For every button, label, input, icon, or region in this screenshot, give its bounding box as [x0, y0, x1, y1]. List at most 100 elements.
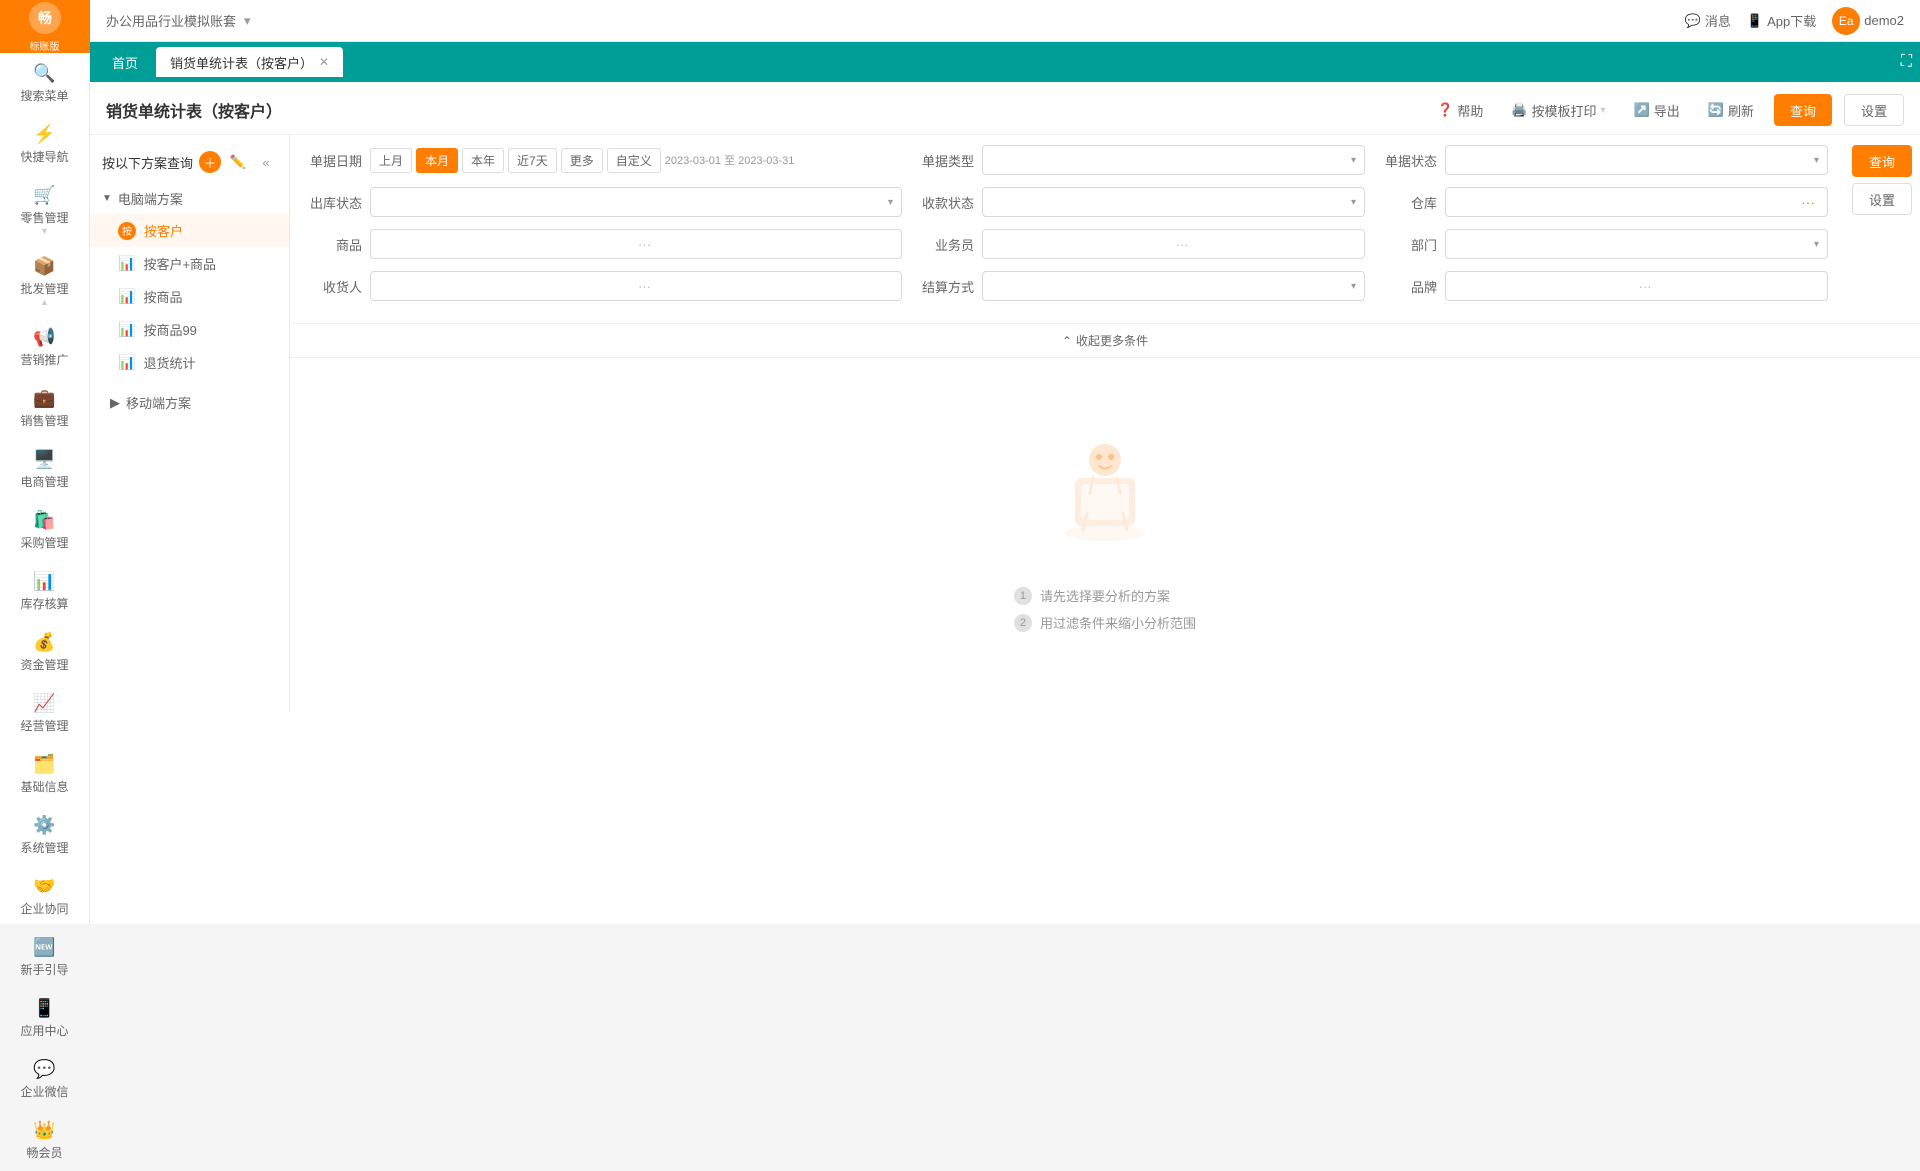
edit-scheme-btn[interactable]: ✏️	[227, 151, 249, 173]
scheme-item-by-goods[interactable]: 📊 按商品	[90, 280, 289, 313]
scheme-item-return-stats[interactable]: 📊 退货统计	[90, 346, 289, 379]
chart-icon-2: 📊	[118, 288, 135, 305]
settings-btn[interactable]: 设置	[1844, 94, 1904, 126]
payment-status-select[interactable]: ▾	[982, 187, 1365, 217]
main-settings-btn[interactable]: 设置	[1852, 183, 1912, 215]
sidebar-item-sales-label: 销售管理	[20, 412, 68, 429]
export-btn[interactable]: ↗️ 导出	[1626, 97, 1688, 124]
quick-nav-icon: ⚡	[33, 124, 55, 145]
warehouse-select[interactable]: ···	[1445, 187, 1828, 217]
collapse-bar[interactable]: ⌃ 收起更多条件	[290, 323, 1920, 357]
date-btn-last-month[interactable]: 上月	[370, 148, 412, 173]
query-btn[interactable]: 查询	[1774, 94, 1832, 126]
date-btn-more[interactable]: 更多	[561, 148, 603, 173]
collapse-scheme-btn[interactable]: «	[255, 151, 277, 173]
warehouse-dots[interactable]: ···	[1797, 194, 1819, 210]
sidebar-item-quick-nav-label: 快捷导航	[20, 148, 68, 165]
sidebar-item-marketing[interactable]: 📢 营销推广	[0, 317, 90, 378]
help-label: 帮助	[1457, 101, 1483, 120]
receiver-input[interactable]: ···	[370, 271, 902, 301]
print-btn[interactable]: 🖨️ 按模板打印 ▾	[1503, 97, 1613, 124]
sidebar-item-newbie[interactable]: 🆕 新手引导	[0, 927, 90, 988]
department-label: 部门	[1381, 235, 1437, 254]
sidebar-item-ecommerce[interactable]: 🖥️ 电商管理	[0, 439, 90, 500]
scheme-group-desktop-header[interactable]: ▼ 电脑端方案	[90, 183, 289, 214]
scheme-group-mobile-header[interactable]: ▶ 移动端方案	[90, 387, 289, 418]
date-label: 单据日期	[306, 151, 362, 170]
brand-input[interactable]: ···	[1445, 271, 1828, 301]
sidebar-item-enterprise[interactable]: 🤝 企业协同	[0, 866, 90, 927]
sidebar-item-inventory-label: 库存核算	[20, 595, 68, 612]
sidebar-item-basic-info[interactable]: 🗂️ 基础信息	[0, 744, 90, 805]
selector-dropdown-icon[interactable]: ▾	[244, 13, 251, 29]
salesman-dots[interactable]: ···	[1172, 237, 1357, 252]
user-menu[interactable]: Ea demo2	[1832, 7, 1904, 35]
sidebar-item-purchase-label: 采购管理	[20, 534, 68, 551]
order-status-label: 单据状态	[1381, 151, 1437, 170]
maximize-btn[interactable]: ⛶	[1901, 53, 1912, 71]
scheme-panel-title: 按以下方案查询	[102, 153, 193, 172]
sidebar-item-app-center[interactable]: 📱 应用中心	[0, 988, 90, 1049]
sidebar-item-inventory[interactable]: 📊 库存核算	[0, 561, 90, 622]
sidebar-item-sales[interactable]: 💼 销售管理	[0, 378, 90, 439]
receiver-dots[interactable]: ···	[634, 279, 893, 294]
sidebar-item-basic-info-label: 基础信息	[20, 778, 68, 795]
sidebar-item-quick-nav[interactable]: ⚡ 快捷导航	[0, 114, 90, 175]
goods-input[interactable]: ···	[370, 229, 902, 259]
customer-scheme-icon: 按	[118, 222, 136, 240]
date-btn-last-7[interactable]: 近7天	[508, 148, 557, 173]
goods-dots[interactable]: ···	[634, 237, 893, 252]
sidebar-item-finance[interactable]: 💰 资金管理	[0, 622, 90, 683]
sidebar-item-purchase[interactable]: 🛍️ 采购管理	[0, 500, 90, 561]
page-title: 销货单统计表（按客户）	[106, 98, 282, 122]
empty-tips: 1 请先选择要分析的方案 2 用过滤条件来缩小分析范围	[1014, 586, 1196, 632]
retail-icon: 🛒	[33, 185, 55, 206]
sidebar-item-app-center-label: 应用中心	[20, 1022, 68, 1039]
date-btn-this-month[interactable]: 本月	[416, 148, 458, 173]
sidebar-item-finance-label: 资金管理	[20, 656, 68, 673]
tab-close-icon[interactable]: ✕	[319, 55, 329, 69]
svg-text:畅: 畅	[38, 10, 52, 26]
scheme-item-goods99[interactable]: 📊 按商品99	[90, 313, 289, 346]
refresh-btn[interactable]: 🔄 刷新	[1700, 97, 1762, 124]
add-scheme-btn[interactable]: ＋	[199, 151, 221, 173]
tab-sales-stats[interactable]: 销货单统计表（按客户） ✕	[156, 47, 343, 77]
page-header: 销货单统计表（按客户） ❓ 帮助 🖨️ 按模板打印 ▾ ↗️ 导出	[90, 82, 1920, 135]
brand-dots[interactable]: ···	[1635, 279, 1820, 294]
sidebar-item-system-label: 系统管理	[20, 839, 68, 856]
settlement-select[interactable]: ▾	[982, 271, 1365, 301]
main-query-btn[interactable]: 查询	[1852, 145, 1912, 177]
help-btn[interactable]: ❓ 帮助	[1429, 97, 1491, 124]
sidebar-item-search[interactable]: 🔍 搜索菜单	[0, 53, 90, 114]
brand-filter-group: 品牌 ···	[1381, 271, 1828, 301]
search-icon: 🔍	[33, 63, 55, 84]
settlement-label: 结算方式	[918, 277, 974, 296]
scheme-panel-icons: ＋ ✏️ «	[199, 151, 277, 173]
tip-item-1: 1 请先选择要分析的方案	[1014, 586, 1196, 605]
app-download-btn[interactable]: 📱 App下载	[1747, 11, 1816, 30]
sidebar-item-system[interactable]: ⚙️ 系统管理	[0, 805, 90, 866]
tab-home[interactable]: 首页	[98, 47, 152, 77]
sidebar-item-retail[interactable]: 🛒 零售管理 ▼	[0, 175, 90, 246]
sidebar-item-member[interactable]: 👑 畅会员	[0, 1110, 90, 1171]
department-select[interactable]: ▾	[1445, 229, 1828, 259]
message-btn[interactable]: 💬 消息	[1685, 11, 1731, 30]
ecommerce-icon: 🖥️	[33, 449, 55, 470]
filter-row-4: 收货人 ···	[306, 271, 1828, 301]
sidebar-item-wechat[interactable]: 💬 企业微信	[0, 1049, 90, 1110]
order-type-filter-group: 单据类型 ▾	[918, 145, 1365, 175]
order-type-select[interactable]: ▾	[982, 145, 1365, 175]
wholesale-icon: 📦	[33, 256, 55, 277]
scheme-item-by-customer[interactable]: 按 按客户	[90, 214, 289, 247]
sidebar-item-management-label: 经营管理	[20, 717, 68, 734]
date-btn-this-year[interactable]: 本年	[462, 148, 504, 173]
wholesale-arrow: ▲	[40, 297, 49, 307]
salesman-input[interactable]: ···	[982, 229, 1365, 259]
order-status-select[interactable]: ▾	[1445, 145, 1828, 175]
date-btn-custom[interactable]: 自定义	[607, 148, 661, 173]
sidebar-item-management[interactable]: 📈 经营管理	[0, 683, 90, 744]
sidebar-item-wholesale[interactable]: 📦 批发管理 ▲	[0, 246, 90, 317]
scheme-item-customer-goods[interactable]: 📊 按客户+商品	[90, 247, 289, 280]
retail-arrow: ▼	[40, 226, 49, 236]
out-status-select[interactable]: ▾	[370, 187, 902, 217]
